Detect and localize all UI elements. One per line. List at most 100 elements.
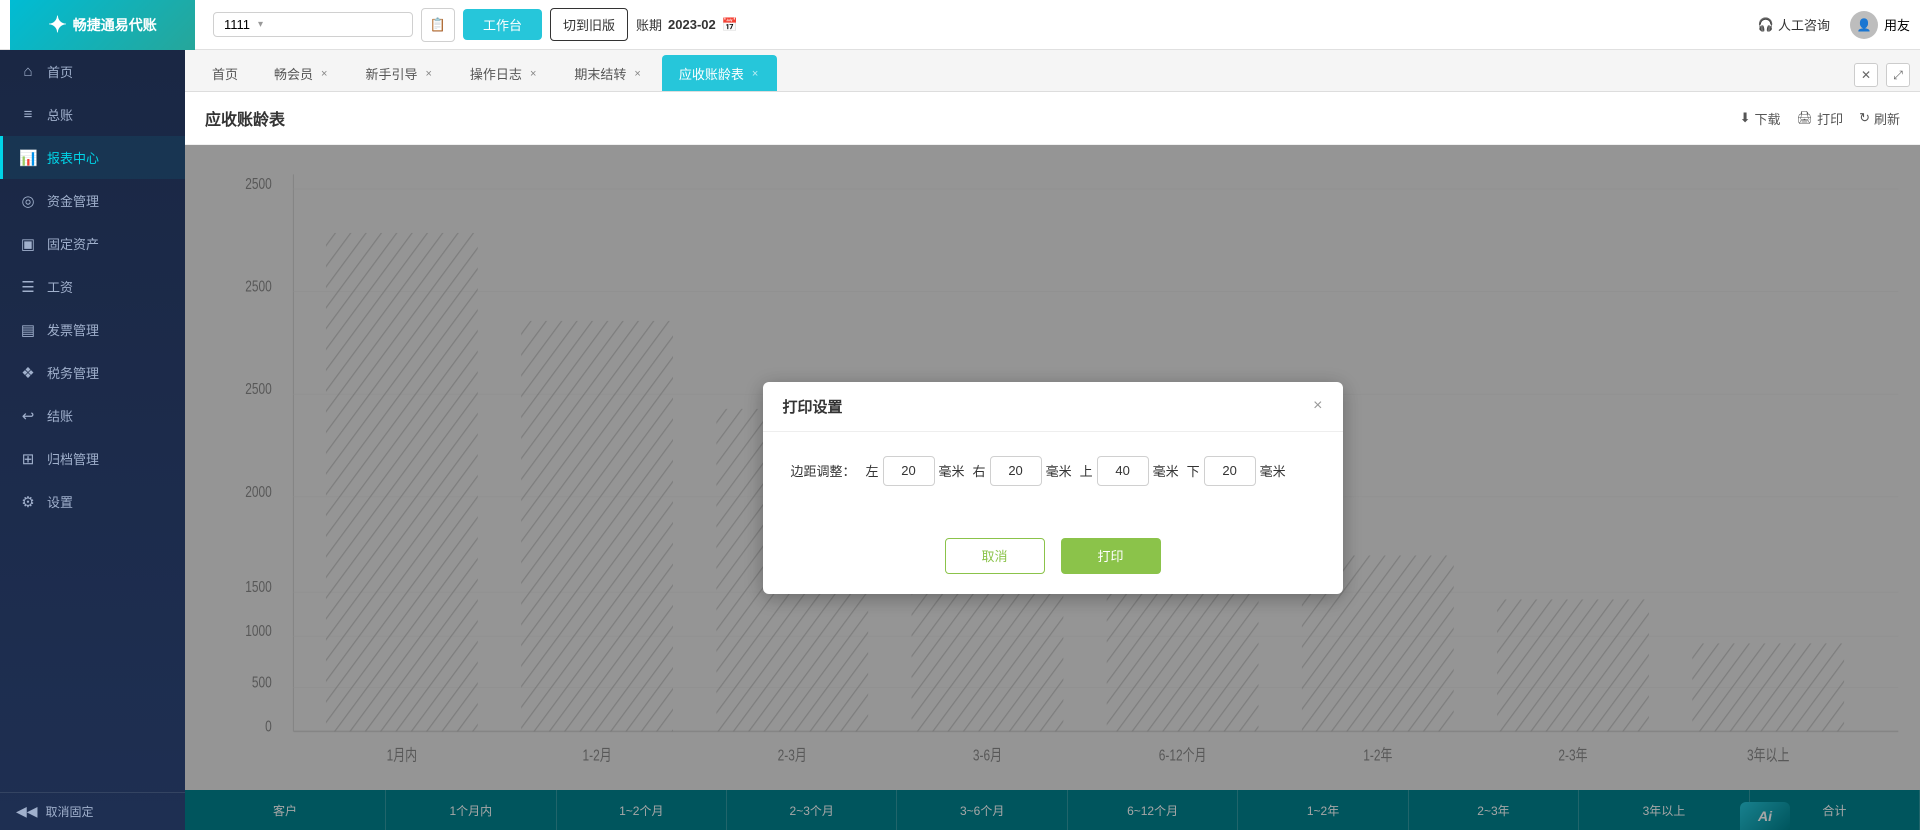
modal-close-button[interactable]: × xyxy=(1313,398,1322,414)
tab-bar: 首页 畅会员 × 新手引导 × 操作日志 × 期末结转 × xyxy=(185,50,1920,92)
page-header: 应收账龄表 ⬇ 下载 🖨 打印 ↻ xyxy=(185,92,1920,145)
workbench-button[interactable]: 工作台 xyxy=(463,9,542,40)
modal-overlay: 打印设置 × 边距调整： 左 xyxy=(185,145,1920,830)
sidebar-item-label-invoice: 发票管理 xyxy=(47,320,99,339)
margin-bottom-item: 下 毫米 xyxy=(1187,456,1286,486)
modal-body: 边距调整： 左 毫米 右 xyxy=(763,432,1343,526)
company-selector[interactable]: 1111 ▾ xyxy=(213,12,413,37)
cancel-button[interactable]: 取消 xyxy=(945,538,1045,574)
tab-guide-close[interactable]: × xyxy=(423,67,433,81)
invoice-icon: ▤ xyxy=(19,321,37,339)
collapse-icon: ◀◀ xyxy=(16,803,38,820)
refresh-button[interactable]: ↻ 刷新 xyxy=(1859,109,1900,128)
confirm-print-button[interactable]: 打印 xyxy=(1061,538,1161,574)
sidebar-item-tax[interactable]: ❖ 税务管理 xyxy=(0,351,185,394)
download-button[interactable]: ⬇ 下载 xyxy=(1740,109,1781,128)
sidebar-item-funds[interactable]: ◎ 资金管理 xyxy=(0,179,185,222)
tab-guide-label: 新手引导 xyxy=(365,64,417,83)
funds-icon: ◎ xyxy=(19,192,37,210)
sidebar: ⌂ 首页 ≡ 总账 📊 报表中心 ◎ 资金管理 ▣ 固定资产 xyxy=(0,50,185,830)
margin-label: 边距调整： xyxy=(791,461,856,480)
sidebar-item-payroll[interactable]: ☰ 工资 xyxy=(0,265,185,308)
tab-member-close[interactable]: × xyxy=(319,67,329,81)
sidebar-item-label-checkout: 结账 xyxy=(47,406,73,425)
top-header: ✦ 畅捷通易代账 1111 ▾ 📋 工作台 切到旧版 账期 2023-02 📅 … xyxy=(0,0,1920,50)
sidebar-item-label-reports: 报表中心 xyxy=(47,148,99,167)
right-label: 右 xyxy=(973,461,986,480)
logo: ✦ 畅捷通易代账 xyxy=(10,0,195,50)
modal-footer: 取消 打印 xyxy=(763,526,1343,594)
tab-guide[interactable]: 新手引导 × xyxy=(348,55,450,91)
logo-text: 畅捷通易代账 xyxy=(73,15,157,35)
bottom-label: 下 xyxy=(1187,461,1200,480)
tab-period-end-label: 期末结转 xyxy=(574,64,626,83)
calendar-button[interactable]: 📋 xyxy=(421,8,455,42)
print-button[interactable]: 🖨 打印 xyxy=(1797,109,1844,128)
tab-expand-button[interactable]: ⤢ xyxy=(1886,63,1910,87)
home-icon: ⌂ xyxy=(19,63,37,80)
headphone-icon: 🎧 xyxy=(1758,17,1774,33)
top-unit: 毫米 xyxy=(1153,461,1179,480)
user-info[interactable]: 👤 用友 xyxy=(1850,11,1910,39)
sidebar-item-label-assets: 固定资产 xyxy=(47,234,99,253)
settings-icon: ⚙ xyxy=(19,493,37,511)
print-label: 打印 xyxy=(1817,109,1843,128)
account-period: 账期 2023-02 📅 xyxy=(636,15,738,34)
tab-close-all-button[interactable]: ✕ xyxy=(1854,63,1878,87)
tab-home[interactable]: 首页 xyxy=(195,55,255,91)
sidebar-scroll: ⌂ 首页 ≡ 总账 📊 报表中心 ◎ 资金管理 ▣ 固定资产 xyxy=(0,50,185,792)
page-content: 应收账龄表 ⬇ 下载 🖨 打印 ↻ xyxy=(185,92,1920,830)
top-label: 上 xyxy=(1080,461,1093,480)
period-calendar-icon[interactable]: 📅 xyxy=(722,17,738,33)
margin-right-input[interactable] xyxy=(990,456,1042,486)
refresh-label: 刷新 xyxy=(1874,109,1900,128)
switch-version-button[interactable]: 切到旧版 xyxy=(550,8,628,41)
page-actions: ⬇ 下载 🖨 打印 ↻ 刷新 xyxy=(1740,109,1900,128)
tab-receivable-age[interactable]: 应收账龄表 × xyxy=(662,55,777,91)
sidebar-item-invoice[interactable]: ▤ 发票管理 xyxy=(0,308,185,351)
sidebar-item-archive[interactable]: ⊞ 归档管理 xyxy=(0,437,185,480)
tab-receivable-age-close[interactable]: × xyxy=(750,67,760,81)
tab-period-end-close[interactable]: × xyxy=(632,67,642,81)
collapse-label: 取消固定 xyxy=(46,803,94,820)
sidebar-item-checkout[interactable]: ↩ 结账 xyxy=(0,394,185,437)
print-settings-modal: 打印设置 × 边距调整： 左 xyxy=(763,382,1343,594)
main-layout: ⌂ 首页 ≡ 总账 📊 报表中心 ◎ 资金管理 ▣ 固定资产 xyxy=(0,50,1920,830)
content-area: 首页 畅会员 × 新手引导 × 操作日志 × 期末结转 × xyxy=(185,50,1920,830)
margin-top-item: 上 毫米 xyxy=(1080,456,1179,486)
margin-top-input[interactable] xyxy=(1097,456,1149,486)
tab-period-end[interactable]: 期末结转 × xyxy=(557,55,659,91)
sidebar-item-label-tax: 税务管理 xyxy=(47,363,99,382)
margin-left-input[interactable] xyxy=(883,456,935,486)
margin-bottom-input[interactable] xyxy=(1204,456,1256,486)
dropdown-arrow-icon: ▾ xyxy=(258,19,263,30)
sidebar-item-label-payroll: 工资 xyxy=(47,277,73,296)
avatar-icon: 👤 xyxy=(1857,18,1872,32)
sidebar-collapse-button[interactable]: ◀◀ 取消固定 xyxy=(0,792,185,830)
tab-oplog[interactable]: 操作日志 × xyxy=(453,55,555,91)
margin-right-item: 右 毫米 xyxy=(973,456,1072,486)
sidebar-item-assets[interactable]: ▣ 固定资产 xyxy=(0,222,185,265)
right-unit: 毫米 xyxy=(1046,461,1072,480)
tab-member[interactable]: 畅会员 × xyxy=(257,55,346,91)
sidebar-item-label-home: 首页 xyxy=(47,62,73,81)
left-unit: 毫米 xyxy=(939,461,965,480)
tab-actions: ✕ ⤢ xyxy=(1854,63,1910,91)
tab-oplog-close[interactable]: × xyxy=(528,67,538,81)
sidebar-item-ledger[interactable]: ≡ 总账 xyxy=(0,93,185,136)
avatar: 👤 xyxy=(1850,11,1878,39)
print-icon: 🖨 xyxy=(1797,110,1814,126)
sidebar-item-home[interactable]: ⌂ 首页 xyxy=(0,50,185,93)
support-button[interactable]: 🎧 人工咨询 xyxy=(1758,15,1830,34)
tab-member-label: 畅会员 xyxy=(274,64,313,83)
assets-icon: ▣ xyxy=(19,235,37,253)
support-label: 人工咨询 xyxy=(1778,15,1830,34)
tab-receivable-age-label: 应收账龄表 xyxy=(679,64,744,83)
sidebar-item-reports[interactable]: 📊 报表中心 xyxy=(0,136,185,179)
download-label: 下载 xyxy=(1755,109,1781,128)
sidebar-item-settings[interactable]: ⚙ 设置 xyxy=(0,480,185,523)
tab-home-label: 首页 xyxy=(212,64,238,83)
logo-icon: ✦ xyxy=(48,12,66,38)
payroll-icon: ☰ xyxy=(19,278,37,296)
ledger-icon: ≡ xyxy=(19,106,37,123)
